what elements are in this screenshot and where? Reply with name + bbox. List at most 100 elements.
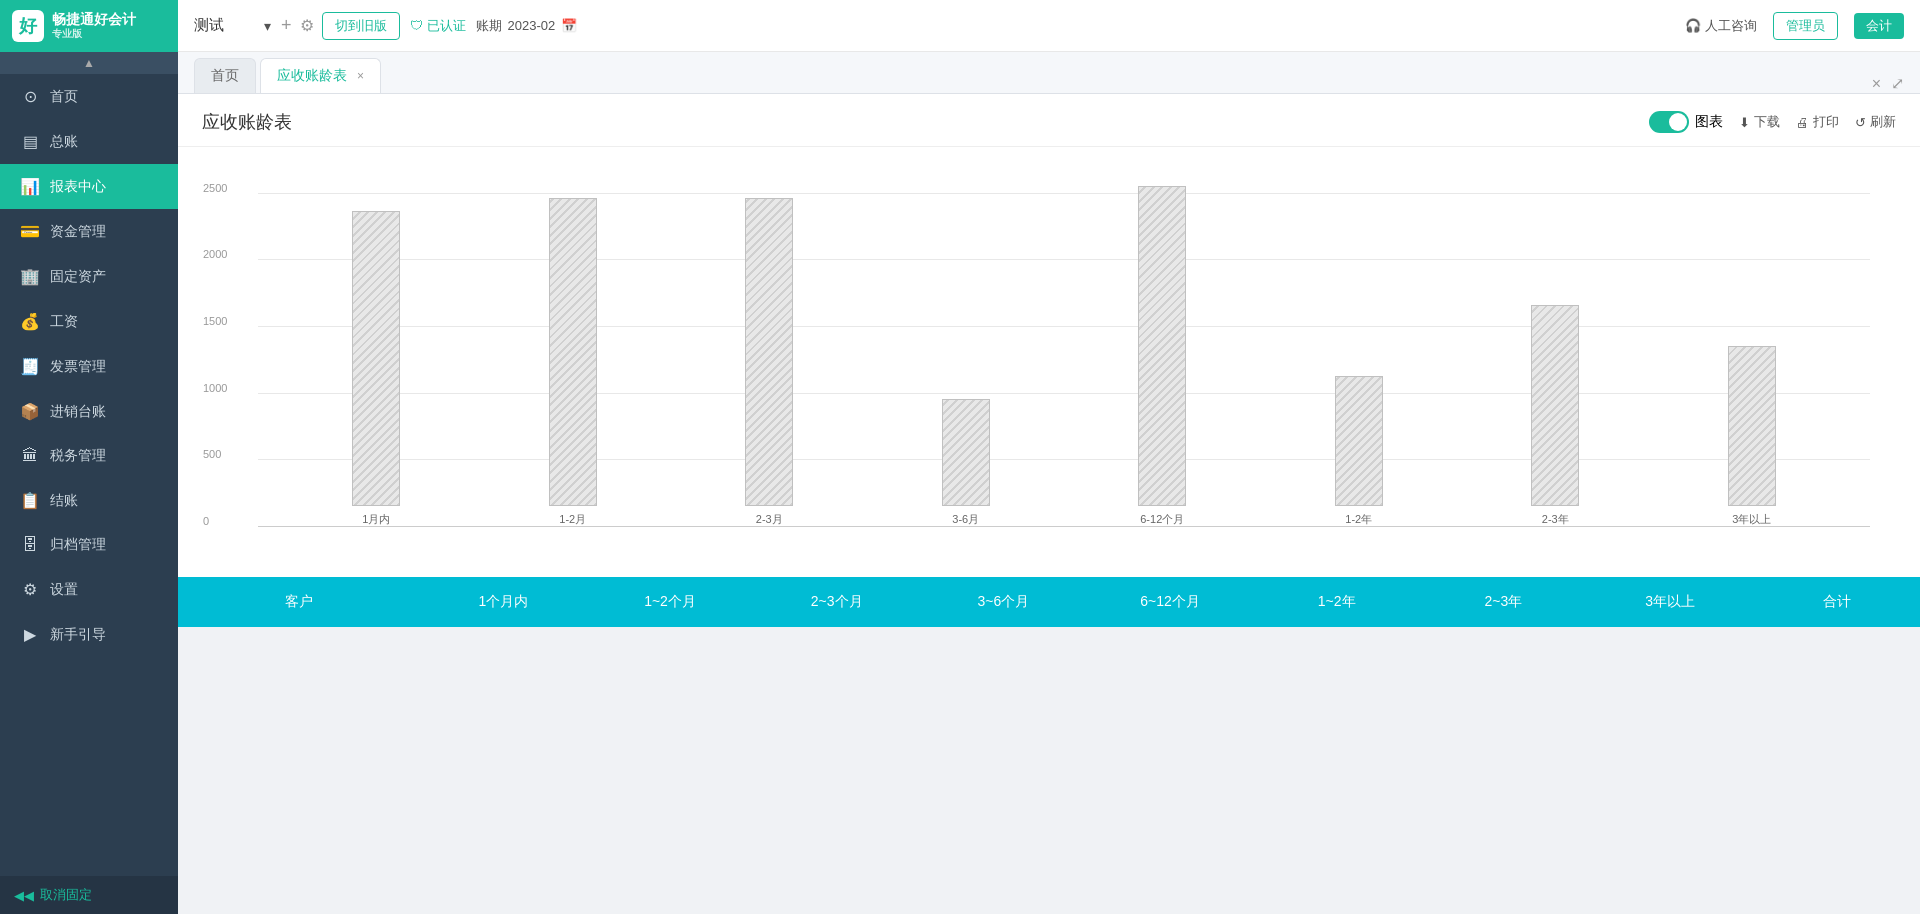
sidebar-item-ledger[interactable]: ▤ 总账: [0, 119, 178, 164]
expand-icon[interactable]: ⤢: [1891, 74, 1904, 93]
sidebar-label-stockledger: 进销台账: [50, 403, 106, 421]
page-actions: 图表 ⬇ 下载 🖨 打印 ↺ 刷新: [1649, 111, 1896, 133]
sidebar-item-reports[interactable]: 📊 报表中心: [0, 164, 178, 209]
table-header-4: 3~6个月: [920, 577, 1087, 627]
sidebar-item-settings[interactable]: ⚙ 设置: [0, 567, 178, 612]
download-icon: ⬇: [1739, 115, 1750, 130]
consult-label: 人工咨询: [1705, 17, 1757, 35]
chart-bar: [1335, 376, 1383, 506]
chart-bar: [1728, 346, 1776, 506]
cancel-pin-label: 取消固定: [40, 886, 92, 904]
funds-icon: 💳: [20, 222, 40, 241]
download-label: 下载: [1754, 113, 1780, 131]
sidebar-item-closing[interactable]: 📋 结账: [0, 478, 178, 523]
shield-icon: 🛡: [410, 18, 423, 33]
sidebar-label-invoice: 发票管理: [50, 358, 106, 376]
bar-label: 2-3月: [756, 512, 783, 527]
sidebar-item-guide[interactable]: ▶ 新手引导: [0, 612, 178, 657]
reports-icon: 📊: [20, 177, 40, 196]
sidebar-item-assets[interactable]: 🏢 固定资产: [0, 254, 178, 299]
period-value: 2023-02: [508, 18, 556, 33]
logo-sub: 专业版: [52, 27, 136, 41]
refresh-icon: ↺: [1855, 115, 1866, 130]
tab-ar-aging-label: 应收账龄表: [277, 67, 347, 83]
switch-version-button[interactable]: 切到旧版: [322, 12, 400, 40]
print-button[interactable]: 🖨 打印: [1796, 113, 1839, 131]
topbar: 测试 ▾ + ⚙ 切到旧版 🛡 已认证 账期 2023-02 📅 🎧 人工咨询 …: [178, 0, 1920, 52]
dropdown-arrow-icon: ▾: [264, 18, 271, 34]
sidebar-scroll-up[interactable]: ▲: [0, 52, 178, 74]
sidebar-menu: ⊙ 首页 ▤ 总账 📊 报表中心 💳 资金管理 🏢 固定资产 💰 工资 🧾 发票…: [0, 74, 178, 876]
table-header-1: 1个月内: [420, 577, 587, 627]
sidebar-item-salary[interactable]: 💰 工资: [0, 299, 178, 344]
role-button[interactable]: 会计: [1854, 13, 1904, 39]
ledger-icon: ▤: [20, 132, 40, 151]
tab-ar-aging[interactable]: 应收账龄表 ×: [260, 58, 381, 93]
y-label: 1500: [203, 315, 227, 327]
guide-icon: ▶: [20, 625, 40, 644]
sidebar: 好 畅捷通好会计 专业版 ▲ ⊙ 首页 ▤ 总账 📊 报表中心 💳 资金管理 🏢…: [0, 0, 178, 914]
period-display: 账期 2023-02 📅: [476, 17, 578, 35]
salary-icon: 💰: [20, 312, 40, 331]
download-button[interactable]: ⬇ 下载: [1739, 113, 1780, 131]
window-controls: × ⤢: [1872, 74, 1904, 93]
sidebar-item-invoice[interactable]: 🧾 发票管理: [0, 344, 178, 389]
sidebar-item-home[interactable]: ⊙ 首页: [0, 74, 178, 119]
chart-scroll-area[interactable]: 25002000150010005000 1月内 1-2月 2-3月 3-6月 …: [178, 147, 1920, 914]
bar-group: 3-6月: [942, 399, 990, 527]
tax-icon: 🏛: [20, 447, 40, 465]
chart-bar: [549, 198, 597, 506]
headset-icon: 🎧: [1685, 18, 1701, 33]
chart-bar: [1138, 186, 1186, 506]
chart-bar: [1531, 305, 1579, 506]
sidebar-label-archive: 归档管理: [50, 536, 106, 554]
bar-label: 6-12个月: [1140, 512, 1184, 527]
sidebar-label-ledger: 总账: [50, 133, 78, 151]
chart-toggle[interactable]: 图表: [1649, 111, 1723, 133]
bars-container: 1月内 1-2月 2-3月 3-6月 6-12个月 1-2年 2-3年 3年以上: [258, 167, 1870, 527]
topbar-add-icon[interactable]: +: [281, 15, 292, 36]
main-area: 测试 ▾ + ⚙ 切到旧版 🛡 已认证 账期 2023-02 📅 🎧 人工咨询 …: [178, 0, 1920, 914]
bar-group: 6-12个月: [1138, 186, 1186, 527]
table-header: 客户1个月内1~2个月2~3个月3~6个月6~12个月1~2年2~3年3年以上合…: [178, 577, 1920, 627]
y-label: 500: [203, 448, 221, 460]
sidebar-label-home: 首页: [50, 88, 78, 106]
sidebar-item-funds[interactable]: 💳 资金管理: [0, 209, 178, 254]
home-icon: ⊙: [20, 87, 40, 106]
tab-close-icon[interactable]: ×: [357, 69, 364, 83]
topbar-dropdown[interactable]: ▾: [264, 18, 271, 34]
refresh-label: 刷新: [1870, 113, 1896, 131]
table-header-7: 2~3年: [1420, 577, 1587, 627]
page-header: 应收账龄表 图表 ⬇ 下载 🖨 打印 ↺ 刷新: [178, 94, 1920, 147]
topbar-right: 🎧 人工咨询 管理员 会计: [1685, 12, 1904, 40]
sidebar-item-tax[interactable]: 🏛 税务管理: [0, 434, 178, 478]
cancel-pin-button[interactable]: ◀◀ 取消固定: [0, 876, 178, 914]
sidebar-label-salary: 工资: [50, 313, 78, 331]
close-panel-icon[interactable]: ×: [1872, 75, 1881, 93]
toggle-track[interactable]: [1649, 111, 1689, 133]
sidebar-label-guide: 新手引导: [50, 626, 106, 644]
topbar-settings-icon[interactable]: ⚙: [300, 16, 314, 35]
content-area: 应收账龄表 图表 ⬇ 下载 🖨 打印 ↺ 刷新: [178, 94, 1920, 914]
sidebar-logo: 好 畅捷通好会计 专业版: [0, 0, 178, 52]
sidebar-item-stockledger[interactable]: 📦 进销台账: [0, 389, 178, 434]
bar-group: 1月内: [352, 211, 400, 527]
sidebar-item-archive[interactable]: 🗄 归档管理: [0, 523, 178, 567]
tab-home[interactable]: 首页: [194, 58, 256, 93]
print-icon: 🖨: [1796, 115, 1809, 130]
user-button[interactable]: 管理员: [1773, 12, 1838, 40]
chart-bar: [942, 399, 990, 506]
consult-button[interactable]: 🎧 人工咨询: [1685, 17, 1757, 35]
chart-inner: 25002000150010005000 1月内 1-2月 2-3月 3-6月 …: [258, 167, 1870, 527]
chart-container: 25002000150010005000 1月内 1-2月 2-3月 3-6月 …: [178, 147, 1920, 577]
sidebar-label-settings: 设置: [50, 581, 78, 599]
bar-label: 3-6月: [952, 512, 979, 527]
refresh-button[interactable]: ↺ 刷新: [1855, 113, 1896, 131]
chart-toggle-label: 图表: [1695, 113, 1723, 131]
toggle-thumb: [1669, 113, 1687, 131]
y-label: 1000: [203, 382, 227, 394]
calendar-icon[interactable]: 📅: [561, 18, 577, 33]
bar-group: 1-2月: [549, 198, 597, 527]
x-axis-line: [258, 526, 1870, 527]
page-title: 应收账龄表: [202, 110, 292, 134]
